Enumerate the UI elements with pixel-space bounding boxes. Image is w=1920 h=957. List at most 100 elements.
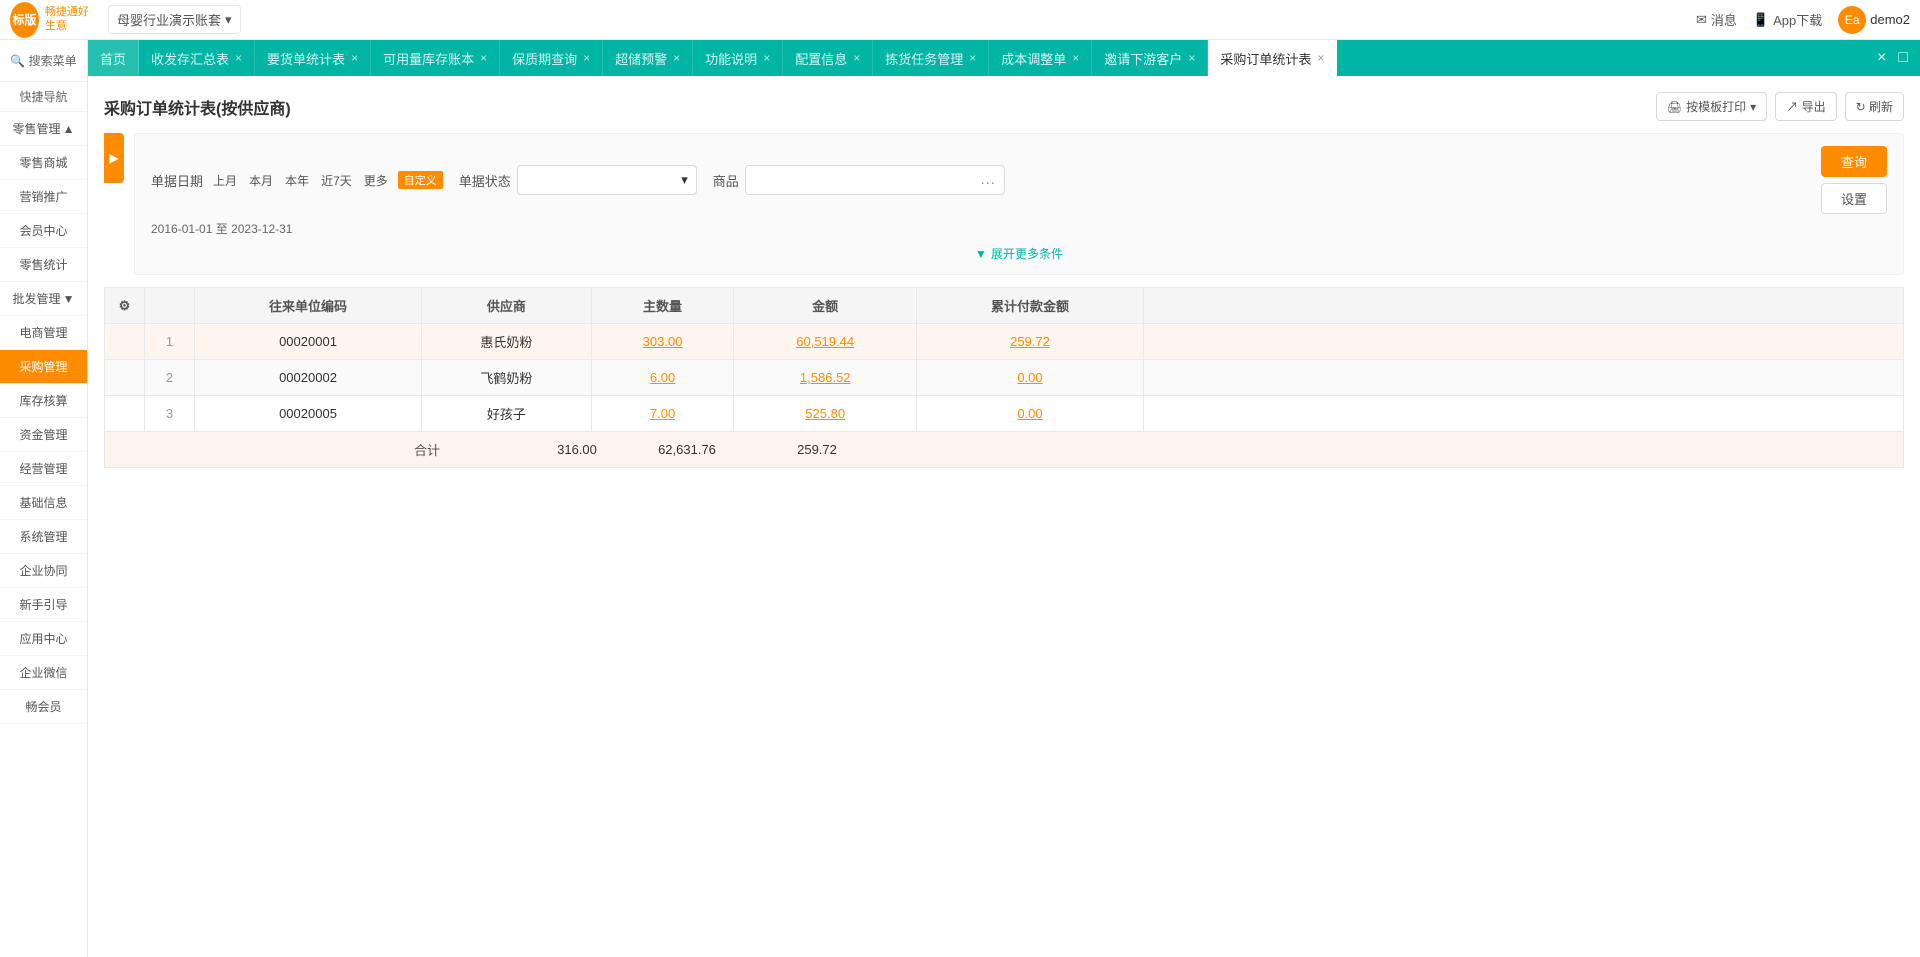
tab-close-icon[interactable]: ×	[853, 51, 860, 65]
user-action[interactable]: Ea demo2	[1838, 6, 1910, 34]
tab-purchase-order-summary[interactable]: 采购订单统计表 ×	[1208, 40, 1337, 76]
cell-amount[interactable]: 60,519.44	[734, 324, 917, 360]
cell-supplier-code: 00020002	[195, 360, 422, 396]
date-to-label: 2023-12-31	[231, 222, 292, 236]
export-label: 导出	[1802, 100, 1826, 114]
shortcut-this-year[interactable]: 本年	[281, 170, 313, 191]
cell-amount[interactable]: 1,586.52	[734, 360, 917, 396]
quick-nav-label: 快捷导航	[19, 90, 67, 104]
tab-close-icon[interactable]: ×	[1072, 51, 1079, 65]
custom-date-tag[interactable]: 自定义	[398, 171, 443, 189]
table-wrap: ⚙ 往来单位编码 供应商 主数量 金额 累计付款金额	[104, 287, 1904, 468]
sidebar-item-label: 零售统计	[19, 258, 67, 272]
sidebar-item-inventory[interactable]: 库存核算	[0, 384, 87, 418]
tab-expiry-query[interactable]: 保质期查询 ×	[500, 40, 603, 76]
maximize-button[interactable]: □	[1894, 47, 1912, 69]
shortcut-this-month[interactable]: 本月	[245, 170, 277, 191]
tab-function-desc[interactable]: 功能说明 ×	[693, 40, 783, 76]
sidebar-item-finance[interactable]: 资金管理	[0, 418, 87, 452]
message-action[interactable]: ✉ 消息	[1696, 10, 1737, 29]
cell-paid-amount[interactable]: 259.72	[916, 324, 1143, 360]
expand-conditions-button[interactable]: ▼ 展开更多条件	[975, 245, 1063, 262]
logo-area: 标版 畅捷通好生意	[10, 2, 98, 38]
app-download-action[interactable]: 📱 App下载	[1753, 10, 1822, 29]
status-select[interactable]: ▾	[517, 165, 697, 195]
cell-main-qty[interactable]: 7.00	[591, 396, 734, 432]
cell-paid-amount[interactable]: 0.00	[916, 360, 1143, 396]
sidebar-item-wholesale[interactable]: 批发管理 ▼	[0, 282, 87, 316]
query-button[interactable]: 查询	[1821, 146, 1887, 177]
sidebar-item-member[interactable]: 会员中心	[0, 214, 87, 248]
tab-pick-task[interactable]: 拣货任务管理 ×	[873, 40, 989, 76]
tab-close-icon[interactable]: ×	[673, 51, 680, 65]
sidebar-item-basic[interactable]: 基础信息	[0, 486, 87, 520]
goods-input[interactable]: …	[745, 165, 1005, 195]
filter-container: ▶ 单据日期 上月 本月 本年 近7天 更多	[104, 133, 1904, 275]
sidebar-item-enterprise-wechat[interactable]: 企业微信	[0, 656, 87, 690]
close-all-tabs-button[interactable]: ×	[1873, 47, 1890, 69]
tab-close-icon[interactable]: ×	[1317, 51, 1324, 65]
tab-label: 功能说明	[705, 49, 757, 68]
sidebar-item-app-center[interactable]: 应用中心	[0, 622, 87, 656]
search-menu-button[interactable]: 🔍 搜索菜单	[6, 48, 81, 73]
tab-home[interactable]: 首页	[88, 40, 139, 76]
page-content: 采购订单统计表(按供应商) 🖨 按模板打印 ▾ ↗ 导出 ↻	[88, 76, 1920, 957]
phone-icon: 📱	[1753, 12, 1769, 28]
quick-nav-button[interactable]: 快捷导航	[0, 82, 87, 112]
sidebar-item-label: 营销推广	[19, 190, 67, 204]
message-icon: ✉	[1696, 12, 1707, 28]
tab-close-icon[interactable]: ×	[1188, 51, 1195, 65]
sidebar-item-enterprise-collab[interactable]: 企业协同	[0, 554, 87, 588]
cell-paid-amount[interactable]: 0.00	[916, 396, 1143, 432]
workspace-selector[interactable]: 母婴行业演示账套 ▾	[108, 5, 241, 34]
filter-toggle-button[interactable]: ▶	[104, 133, 124, 183]
tab-close-icon[interactable]: ×	[583, 51, 590, 65]
tab-close-icon[interactable]: ×	[763, 51, 770, 65]
col-settings[interactable]: ⚙	[105, 288, 145, 324]
sidebar-item-purchase[interactable]: 采购管理	[0, 350, 87, 384]
cell-amount[interactable]: 525.80	[734, 396, 917, 432]
sidebar-item-new-guide[interactable]: 新手引导	[0, 588, 87, 622]
print-button[interactable]: 🖨 按模板打印 ▾	[1656, 92, 1767, 121]
sidebar-item-retail-shop[interactable]: 零售商城	[0, 146, 87, 180]
tab-available-stock[interactable]: 可用量库存账本 ×	[371, 40, 500, 76]
cell-main-qty[interactable]: 303.00	[591, 324, 734, 360]
tab-close-icon[interactable]: ×	[235, 51, 242, 65]
cell-seq: 2	[145, 360, 195, 396]
settings-icon[interactable]: ⚙	[119, 298, 131, 313]
shortcut-last-month[interactable]: 上月	[209, 170, 241, 191]
app-download-label: App下载	[1773, 10, 1822, 29]
tab-label: 拣货任务管理	[885, 49, 963, 68]
sidebar-item-label: 会员中心	[19, 224, 67, 238]
tab-collect-pay[interactable]: 收发存汇总表 ×	[139, 40, 255, 76]
tab-config-info[interactable]: 配置信息 ×	[783, 40, 873, 76]
tab-close-icon[interactable]: ×	[969, 51, 976, 65]
settings-button[interactable]: 设置	[1821, 183, 1887, 214]
sidebar-item-system[interactable]: 系统管理	[0, 520, 87, 554]
sidebar-item-marketing[interactable]: 营销推广	[0, 180, 87, 214]
sidebar-item-retail[interactable]: 零售管理 ▲	[0, 112, 87, 146]
tab-cost-adjust[interactable]: 成本调整单 ×	[989, 40, 1092, 76]
refresh-button[interactable]: ↻ 刷新	[1845, 92, 1904, 121]
chevron-down-icon: ▾	[225, 12, 232, 28]
export-icon: ↗	[1786, 100, 1798, 114]
cell-main-qty[interactable]: 6.00	[591, 360, 734, 396]
tab-purchase-summary[interactable]: 要货单统计表 ×	[255, 40, 371, 76]
tab-close-icon[interactable]: ×	[351, 51, 358, 65]
goods-more-icon[interactable]: …	[980, 171, 996, 189]
sidebar-item-operation[interactable]: 经营管理	[0, 452, 87, 486]
sidebar-item-member2[interactable]: 畅会员	[0, 690, 87, 724]
export-button[interactable]: ↗ 导出	[1775, 92, 1836, 121]
table-body: 1 00020001 惠氏奶粉 303.00 60,519.44 259.72	[105, 324, 1904, 432]
tab-invite-customer[interactable]: 邀请下游客户 ×	[1092, 40, 1208, 76]
shortcut-7-days[interactable]: 近7天	[317, 170, 356, 191]
tab-over-stock[interactable]: 超储预警 ×	[603, 40, 693, 76]
page-header: 采购订单统计表(按供应商) 🖨 按模板打印 ▾ ↗ 导出 ↻	[104, 92, 1904, 121]
tab-close-icon[interactable]: ×	[480, 51, 487, 65]
sidebar-item-retail-stat[interactable]: 零售统计	[0, 248, 87, 282]
sidebar-item-label: 应用中心	[19, 632, 67, 646]
tab-home-label: 首页	[100, 49, 126, 68]
sidebar-search-section: 🔍 搜索菜单	[0, 40, 87, 82]
sidebar-item-ecommerce[interactable]: 电商管理	[0, 316, 87, 350]
shortcut-more[interactable]: 更多	[360, 170, 392, 191]
